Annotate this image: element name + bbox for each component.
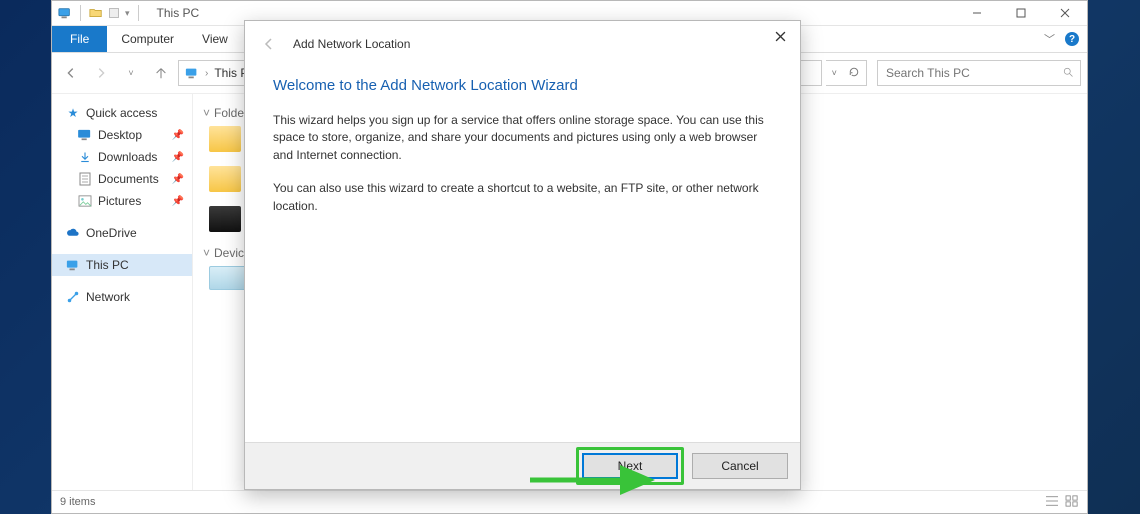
refresh-icon[interactable] — [848, 66, 860, 81]
search-input[interactable] — [884, 65, 1038, 81]
sidebar-item-pictures[interactable]: Pictures 📌 — [52, 190, 192, 212]
maximize-button[interactable] — [999, 1, 1043, 25]
recent-dropdown[interactable]: ˅ — [118, 61, 144, 85]
wizard-title: Add Network Location — [293, 37, 410, 51]
desktop-icon — [78, 128, 92, 142]
sidebar-item-label: Quick access — [86, 106, 157, 120]
sidebar-item-documents[interactable]: Documents 📌 — [52, 168, 192, 190]
wizard-body: Welcome to the Add Network Location Wiza… — [245, 67, 800, 442]
folder-qat-icon[interactable] — [89, 6, 103, 20]
pin-icon: 📌 — [172, 196, 184, 207]
pin-icon: 📌 — [172, 130, 184, 141]
cancel-button[interactable]: Cancel — [692, 453, 788, 479]
network-icon — [66, 290, 80, 304]
wizard-heading: Welcome to the Add Network Location Wiza… — [273, 77, 772, 94]
wizard-footer: Next Cancel — [245, 442, 800, 489]
up-button[interactable] — [148, 61, 174, 85]
chevron-down-icon: ˅ — [203, 246, 210, 260]
folder-tile[interactable] — [209, 166, 241, 192]
close-button[interactable] — [1043, 1, 1087, 25]
this-pc-icon — [66, 258, 80, 272]
minimize-button[interactable] — [955, 1, 999, 25]
sidebar-item-label: This PC — [86, 258, 129, 272]
sidebar-item-label: Downloads — [98, 150, 157, 164]
sidebar-item-label: OneDrive — [86, 226, 137, 240]
drive-tile[interactable] — [209, 266, 247, 290]
document-icon — [78, 172, 92, 186]
search-icon[interactable] — [1062, 66, 1074, 81]
ribbon-expand-icon[interactable]: ﹀ — [1044, 31, 1055, 47]
dropdown-icon[interactable]: ˅ — [832, 68, 837, 78]
wizard-back-button[interactable] — [257, 32, 281, 56]
sidebar-item-onedrive[interactable]: OneDrive — [52, 222, 192, 244]
chevron-right-icon[interactable]: › — [205, 68, 208, 79]
tab-view[interactable]: View — [188, 26, 242, 52]
search-box[interactable] — [877, 60, 1081, 86]
status-bar: 9 items — [52, 490, 1087, 513]
navigation-pane: ★ Quick access Desktop 📌 Downloads 📌 Doc… — [52, 94, 193, 490]
sidebar-item-label: Network — [86, 290, 130, 304]
item-count: 9 items — [60, 496, 95, 508]
back-button[interactable] — [58, 61, 84, 85]
wizard-title-bar: Add Network Location — [245, 21, 800, 67]
tab-file[interactable]: File — [52, 26, 107, 52]
sidebar-item-this-pc[interactable]: This PC — [52, 254, 192, 276]
tab-computer[interactable]: Computer — [107, 26, 188, 52]
sidebar-item-label: Desktop — [98, 128, 142, 142]
forward-button[interactable] — [88, 61, 114, 85]
sidebar-item-quick-access[interactable]: ★ Quick access — [52, 102, 192, 124]
sidebar-item-label: Documents — [98, 172, 159, 186]
next-button[interactable]: Next — [582, 453, 678, 479]
folder-tile[interactable] — [209, 206, 241, 232]
quick-access-toolbar: ▾ — [58, 5, 130, 21]
sidebar-item-network[interactable]: Network — [52, 286, 192, 308]
pictures-icon — [78, 194, 92, 208]
properties-qat-icon[interactable] — [107, 6, 121, 20]
help-icon[interactable]: ? — [1065, 32, 1079, 46]
folder-tile[interactable] — [209, 126, 241, 152]
sidebar-item-desktop[interactable]: Desktop 📌 — [52, 124, 192, 146]
download-icon — [78, 150, 92, 164]
cloud-icon — [66, 226, 80, 240]
wizard-close-button[interactable] — [766, 25, 794, 47]
next-button-highlight: Next — [576, 447, 684, 485]
star-icon: ★ — [66, 106, 80, 120]
wizard-paragraph: You can also use this wizard to create a… — [273, 180, 772, 215]
this-pc-icon — [185, 66, 199, 80]
pin-icon: 📌 — [172, 174, 184, 185]
pin-icon: 📌 — [172, 152, 184, 163]
wizard-paragraph: This wizard helps you sign up for a serv… — [273, 112, 772, 164]
chevron-down-icon: ˅ — [203, 106, 210, 120]
address-actions: ˅ — [826, 60, 867, 86]
add-network-location-wizard: Add Network Location Welcome to the Add … — [244, 20, 801, 490]
window-title: This PC — [157, 6, 200, 20]
this-pc-icon — [58, 6, 72, 20]
details-view-icon[interactable] — [1045, 495, 1059, 510]
sidebar-item-downloads[interactable]: Downloads 📌 — [52, 146, 192, 168]
sidebar-item-label: Pictures — [98, 194, 141, 208]
qat-dropdown-icon[interactable]: ▾ — [125, 8, 130, 19]
icons-view-icon[interactable] — [1065, 495, 1079, 510]
